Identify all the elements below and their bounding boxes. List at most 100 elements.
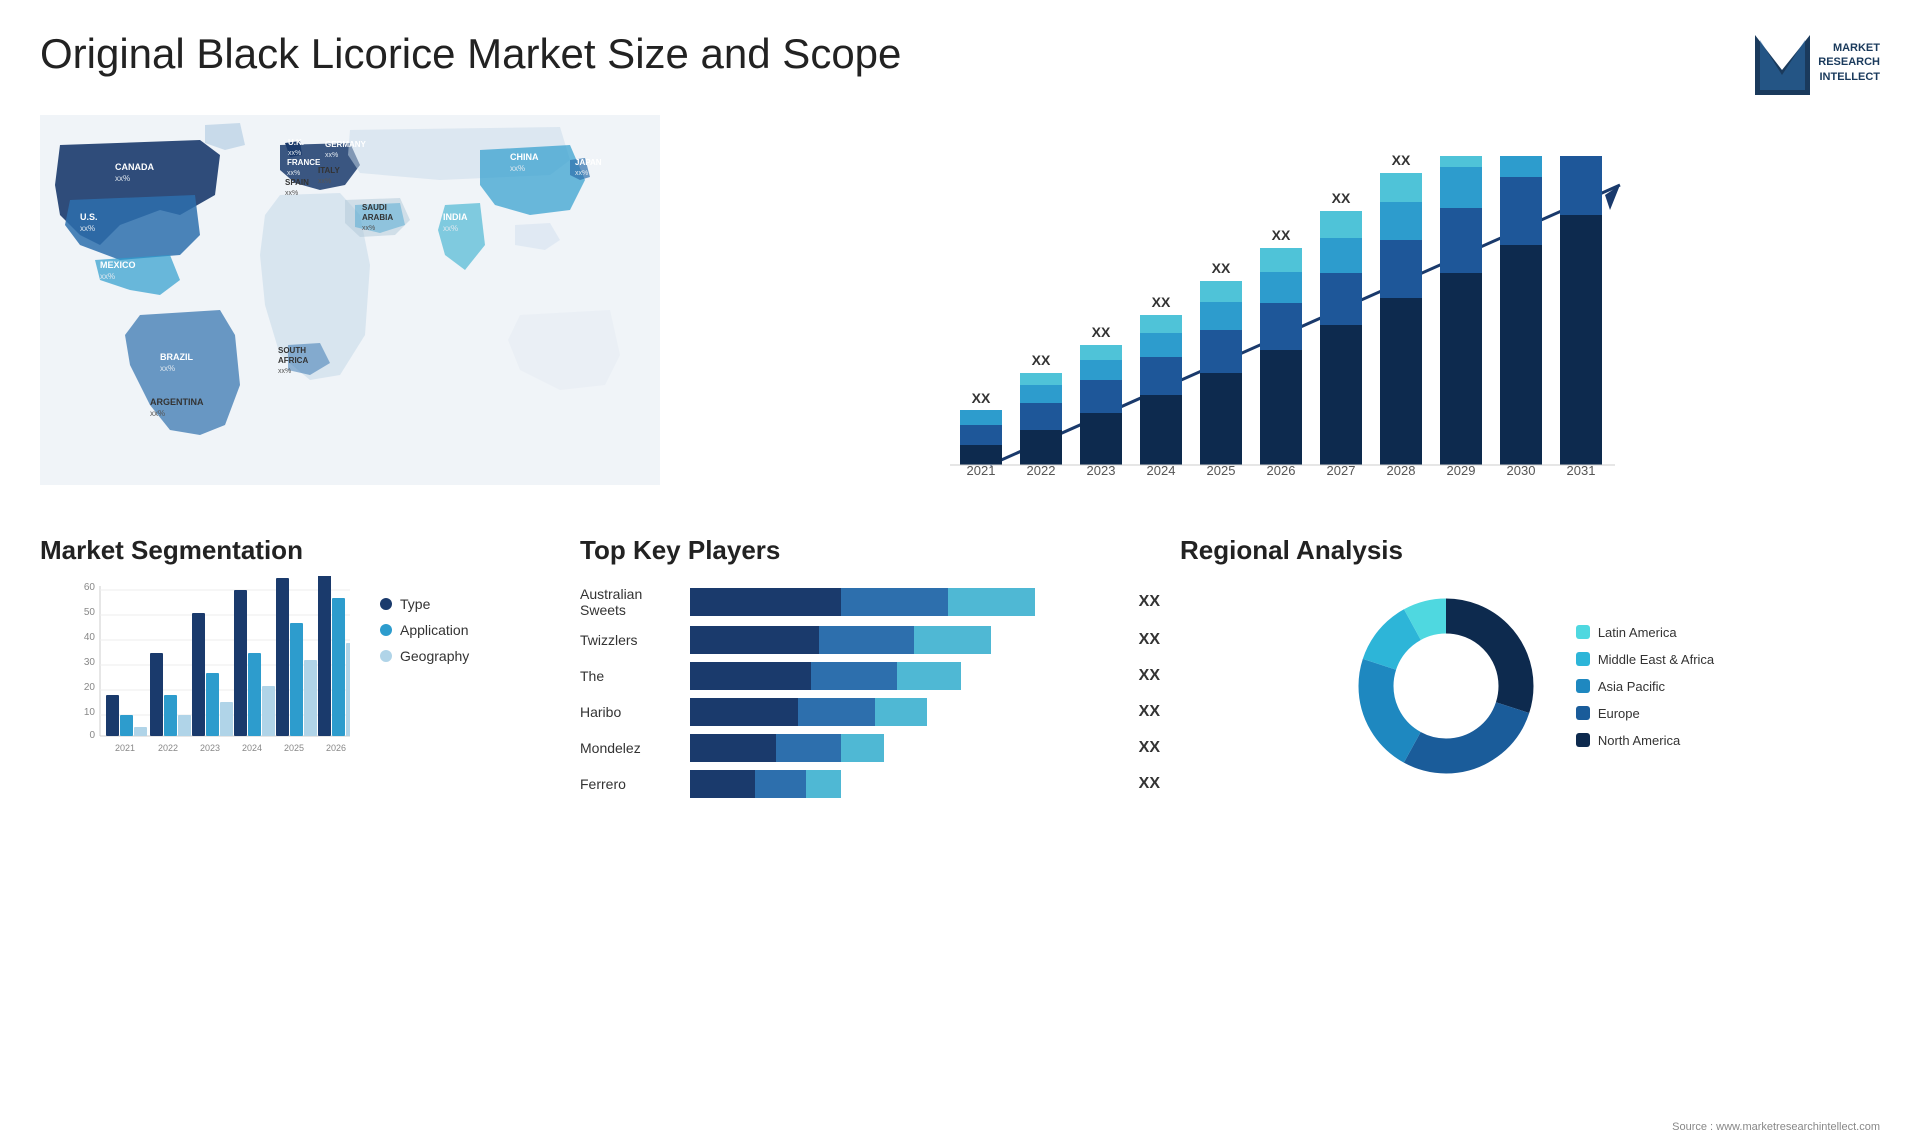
latin-america-dot: [1576, 625, 1590, 639]
svg-text:2026: 2026: [326, 743, 346, 753]
middle-east-label: Middle East & Africa: [1598, 652, 1714, 667]
players-list: Australian Sweets XX Twizzlers: [580, 586, 1160, 798]
bar-seg3: [875, 698, 927, 726]
middle-east-dot: [1576, 652, 1590, 666]
player-bar: [690, 770, 1121, 798]
svg-text:xx%: xx%: [150, 409, 165, 418]
svg-text:xx%: xx%: [278, 368, 291, 375]
player-row: Mondelez XX: [580, 734, 1160, 762]
player-bar: [690, 662, 1121, 690]
player-name: The: [580, 668, 680, 684]
regional-title: Regional Analysis: [1180, 535, 1403, 566]
svg-text:XX: XX: [1152, 294, 1171, 310]
player-bar: [690, 734, 1121, 762]
svg-text:xx%: xx%: [287, 170, 300, 177]
svg-text:xx%: xx%: [575, 170, 588, 177]
svg-text:2023: 2023: [200, 743, 220, 753]
bar-seg1: [690, 698, 798, 726]
svg-text:XX: XX: [1392, 155, 1411, 168]
svg-text:INDIA: INDIA: [443, 212, 468, 222]
player-value: XX: [1139, 775, 1160, 793]
bar-seg3: [914, 626, 992, 654]
svg-text:SOUTH: SOUTH: [278, 346, 306, 355]
player-value: XX: [1139, 631, 1160, 649]
player-row: Twizzlers XX: [580, 626, 1160, 654]
svg-text:xx%: xx%: [362, 225, 375, 232]
donut-chart: [1346, 586, 1546, 786]
segmentation-section: Market Segmentation 60 50 40 30 20 1: [40, 535, 560, 1141]
svg-text:30: 30: [84, 657, 96, 668]
bar-seg2: [776, 734, 841, 762]
svg-text:xx%: xx%: [285, 190, 298, 197]
world-map: CANADA xx% U.S. xx% MEXICO xx% BRAZIL xx…: [40, 115, 660, 495]
player-bar: [690, 626, 1121, 654]
svg-text:xx%: xx%: [510, 164, 525, 173]
svg-text:2022: 2022: [158, 743, 178, 753]
legend-middle-east: Middle East & Africa: [1576, 652, 1714, 667]
svg-text:xx%: xx%: [115, 174, 130, 183]
player-name: Mondelez: [580, 740, 680, 756]
regional-inner: Latin America Middle East & Africa Asia …: [1346, 586, 1714, 786]
svg-text:XX: XX: [1272, 227, 1291, 243]
svg-text:AFRICA: AFRICA: [278, 356, 308, 365]
type-dot: [380, 598, 392, 610]
application-dot: [380, 624, 392, 636]
player-row: Australian Sweets XX: [580, 586, 1160, 618]
geography-label: Geography: [400, 648, 469, 664]
bar-seg2: [811, 662, 897, 690]
world-map-section: CANADA xx% U.S. xx% MEXICO xx% BRAZIL xx…: [40, 105, 680, 525]
svg-text:MEXICO: MEXICO: [100, 260, 136, 270]
svg-text:xx%: xx%: [443, 224, 458, 233]
svg-text:xx%: xx%: [318, 178, 331, 185]
svg-text:FRANCE: FRANCE: [287, 158, 321, 167]
svg-text:xx%: xx%: [325, 152, 338, 159]
bar-chart-svg: XX 2021 XX 2022 XX 2023: [700, 155, 1860, 515]
source-text: Source : www.marketresearchintellect.com: [1672, 1116, 1920, 1138]
bar-seg1: [690, 626, 819, 654]
asia-pacific-label: Asia Pacific: [1598, 679, 1665, 694]
svg-text:2021: 2021: [115, 743, 135, 753]
bar-seg2: [819, 626, 914, 654]
asia-pacific-dot: [1576, 679, 1590, 693]
bar-seg3: [897, 662, 962, 690]
player-row: The XX: [580, 662, 1160, 690]
svg-text:U.K.: U.K.: [288, 138, 304, 147]
player-row: Haribo XX: [580, 698, 1160, 726]
svg-text:xx%: xx%: [160, 364, 175, 373]
latin-america-label: Latin America: [1598, 625, 1677, 640]
player-name: Australian Sweets: [580, 586, 680, 618]
bar-seg1: [690, 770, 755, 798]
svg-text:40: 40: [84, 632, 96, 643]
svg-text:60: 60: [84, 582, 96, 593]
regional-section: Regional Analysis: [1180, 535, 1880, 1141]
bar-seg3: [841, 734, 884, 762]
player-value: XX: [1139, 739, 1160, 757]
player-bar: [690, 588, 1121, 616]
svg-text:50: 50: [84, 607, 96, 618]
player-value: XX: [1139, 703, 1160, 721]
bar-seg1: [690, 734, 776, 762]
logo-text: MARKET RESEARCH INTELLECT: [1818, 41, 1880, 84]
svg-text:XX: XX: [1032, 352, 1051, 368]
segmentation-chart: 60 50 40 30 20 10 0: [70, 576, 350, 776]
svg-text:CANADA: CANADA: [115, 162, 154, 172]
player-value: XX: [1139, 667, 1160, 685]
europe-label: Europe: [1598, 706, 1640, 721]
legend-type: Type: [380, 596, 469, 612]
segmentation-title: Market Segmentation: [40, 535, 560, 566]
players-title: Top Key Players: [580, 535, 1160, 566]
bar-seg2: [755, 770, 807, 798]
player-row: Ferrero XX: [580, 770, 1160, 798]
svg-text:XX: XX: [1092, 324, 1111, 340]
logo: MARKET RESEARCH INTELLECT: [1755, 30, 1880, 95]
svg-text:ARGENTINA: ARGENTINA: [150, 397, 204, 407]
north-america-label: North America: [1598, 733, 1680, 748]
legend-north-america: North America: [1576, 733, 1714, 748]
bar-seg1: [690, 588, 841, 616]
svg-text:0: 0: [89, 730, 95, 741]
application-label: Application: [400, 622, 469, 638]
svg-text:xx%: xx%: [100, 272, 115, 281]
svg-text:JAPAN: JAPAN: [575, 158, 602, 167]
map-svg: CANADA xx% U.S. xx% MEXICO xx% BRAZIL xx…: [40, 115, 660, 485]
svg-text:10: 10: [84, 707, 96, 718]
